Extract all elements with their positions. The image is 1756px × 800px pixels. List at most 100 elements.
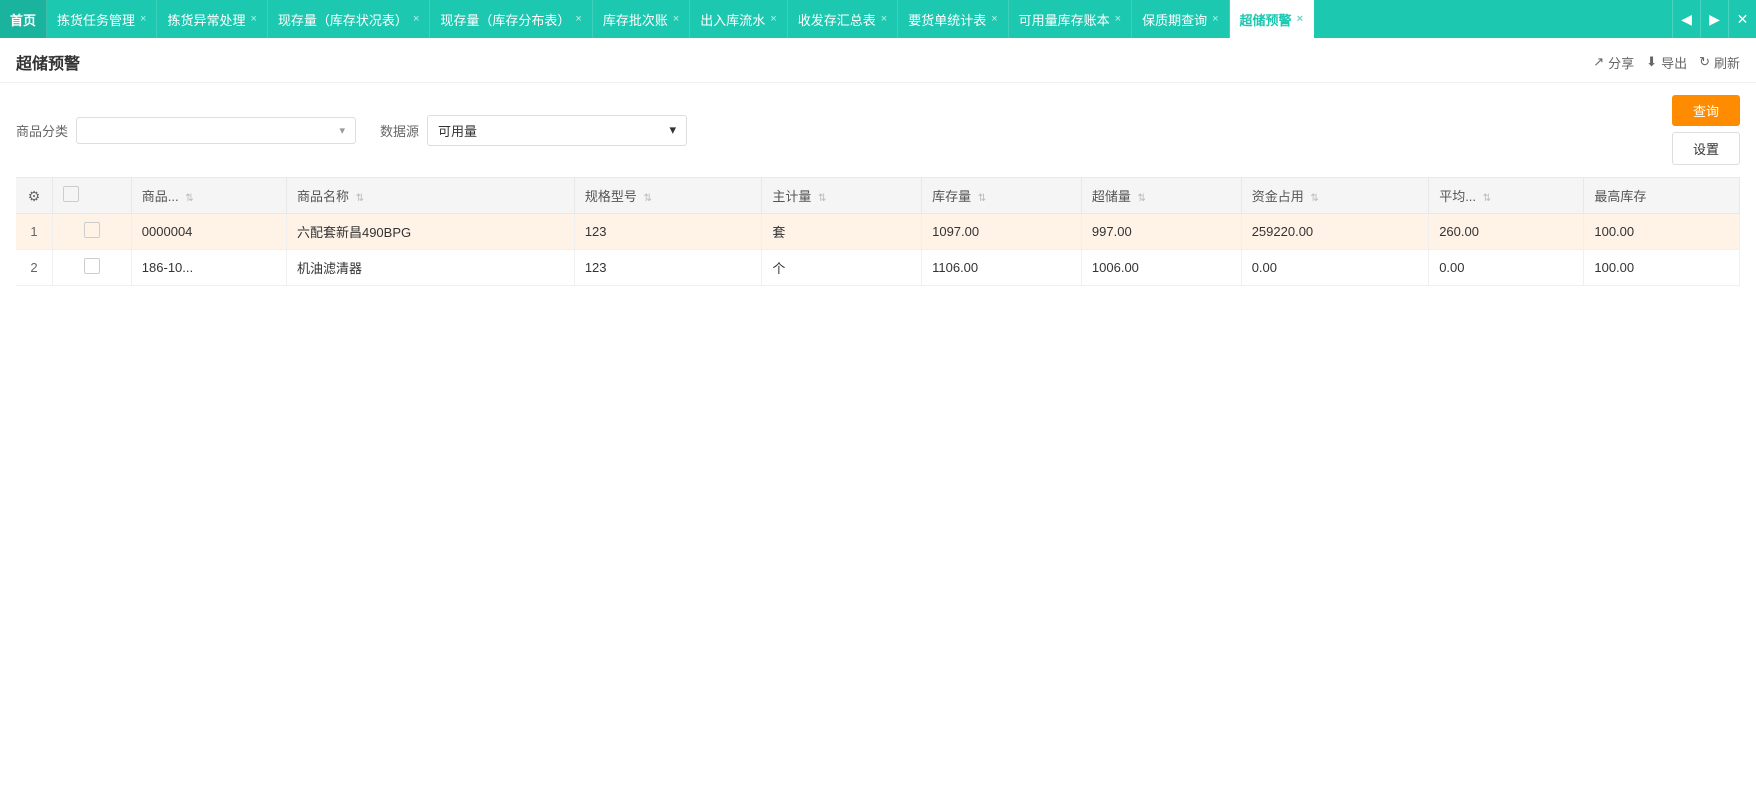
nav-tab-close-icon[interactable]: × <box>1212 13 1218 25</box>
refresh-icon: ↻ <box>1699 54 1710 70</box>
nav-tab-label: 可用量库存账本 <box>1019 10 1110 29</box>
nav-tab-close-icon[interactable]: × <box>1115 13 1121 25</box>
nav-next-btn[interactable]: ▶ <box>1700 0 1728 38</box>
row-checkbox[interactable] <box>84 258 100 274</box>
datasource-select[interactable]: 可用量 ▾ <box>427 115 687 146</box>
nav-tab-3[interactable]: 现存量（库存分布表）× <box>430 0 592 38</box>
category-select-text <box>87 123 335 138</box>
nav-tab-5[interactable]: 出入库流水 × <box>690 0 787 38</box>
nav-tab-close-icon[interactable]: × <box>673 13 679 25</box>
share-button[interactable]: ↗ 分享 <box>1593 53 1634 72</box>
stock: 1106.00 <box>922 250 1082 286</box>
col-product-name[interactable]: 商品名称 ⇅ <box>286 178 574 214</box>
nav-arrows: ◀ ▶ ✕ <box>1672 0 1756 38</box>
nav-tab-close-icon[interactable]: × <box>1297 13 1303 25</box>
gear-icon[interactable]: ⚙ <box>26 188 42 204</box>
row-number: 2 <box>16 250 53 286</box>
header-checkbox[interactable] <box>63 186 79 202</box>
nav-tab-close-icon[interactable]: × <box>881 13 887 25</box>
table-container: ⚙ 商品... ⇅ 商品名称 ⇅ 规格型号 ⇅ 主计量 <box>0 177 1756 286</box>
unit: 套 <box>762 214 922 250</box>
col-checkbox <box>53 178 132 214</box>
category-filter: 商品分类 ▾ <box>16 117 356 144</box>
col-overstock[interactable]: 超储量 ⇅ <box>1081 178 1241 214</box>
sort-unit-icon: ⇅ <box>818 193 826 204</box>
col-max-stock[interactable]: 最高库存 <box>1584 178 1740 214</box>
nav-tab-label: 保质期查询 <box>1142 10 1207 29</box>
row-checkbox[interactable] <box>84 222 100 238</box>
capital: 259220.00 <box>1241 214 1428 250</box>
nav-tab-close-icon[interactable]: × <box>991 13 997 25</box>
col-product-code[interactable]: 商品... ⇅ <box>131 178 286 214</box>
sort-product-code-icon: ⇅ <box>185 193 193 204</box>
sort-stock-icon: ⇅ <box>978 193 986 204</box>
nav-prev-btn[interactable]: ◀ <box>1672 0 1700 38</box>
export-button[interactable]: ⬇ 导出 <box>1646 53 1687 72</box>
sort-overstock-icon: ⇅ <box>1138 193 1146 204</box>
nav-tab-label: 库存批次账 <box>603 10 668 29</box>
nav-tab-7[interactable]: 要货单统计表 × <box>898 0 1008 38</box>
nav-tab-6[interactable]: 收发存汇总表× <box>788 0 898 38</box>
average: 0.00 <box>1429 250 1584 286</box>
filter-bar: 商品分类 ▾ 数据源 可用量 ▾ 查询 设置 <box>0 83 1756 177</box>
row-number: 1 <box>16 214 53 250</box>
filter-buttons: 查询 设置 <box>1672 95 1740 165</box>
nav-tab-label: 拣货异常处理 <box>167 10 245 29</box>
nav-tab-label: 拣货任务管理 <box>57 10 135 29</box>
nav-home[interactable]: 首页 <box>0 0 47 38</box>
nav-tab-close-icon[interactable]: × <box>250 13 256 25</box>
col-capital[interactable]: 资金占用 ⇅ <box>1241 178 1428 214</box>
nav-tab-label: 要货单统计表 <box>908 10 986 29</box>
nav-tab-0[interactable]: 拣货任务管理 × <box>47 0 157 38</box>
unit: 个 <box>762 250 922 286</box>
product-code: 0000004 <box>131 214 286 250</box>
row-checkbox-cell <box>53 250 132 286</box>
datasource-filter: 数据源 可用量 ▾ <box>380 115 687 146</box>
spec: 123 <box>574 214 761 250</box>
table-row: 1 0000004 六配套新昌490BPG 123 套 1097.00 997.… <box>16 214 1740 250</box>
nav-tab-1[interactable]: 拣货异常处理 × <box>157 0 267 38</box>
nav-tab-4[interactable]: 库存批次账 × <box>593 0 690 38</box>
table-row: 2 186-10... 机油滤清器 123 个 1106.00 1006.00 … <box>16 250 1740 286</box>
nav-tab-label: 现存量（库存状况表） <box>278 10 408 29</box>
spec: 123 <box>574 250 761 286</box>
sort-spec-icon: ⇅ <box>643 193 651 204</box>
max-stock: 100.00 <box>1584 250 1740 286</box>
refresh-button[interactable]: ↻ 刷新 <box>1699 53 1740 72</box>
nav-tab-close-icon[interactable]: × <box>413 13 419 25</box>
overstock: 997.00 <box>1081 214 1241 250</box>
header-actions: ↗ 分享 ⬇ 导出 ↻ 刷新 <box>1593 53 1740 72</box>
sort-average-icon: ⇅ <box>1483 193 1491 204</box>
datasource-label: 数据源 <box>380 121 419 140</box>
settings-button[interactable]: 设置 <box>1672 132 1740 165</box>
nav-tab-10[interactable]: 超储预警× <box>1230 0 1314 38</box>
nav-tab-label: 出入库流水 <box>700 10 765 29</box>
average: 260.00 <box>1429 214 1584 250</box>
col-settings: ⚙ <box>16 178 53 214</box>
max-stock: 100.00 <box>1584 214 1740 250</box>
page-title: 超储预警 <box>16 50 80 74</box>
sort-product-name-icon: ⇅ <box>356 193 364 204</box>
table-header-row: ⚙ 商品... ⇅ 商品名称 ⇅ 规格型号 ⇅ 主计量 <box>16 178 1740 214</box>
nav-tab-2[interactable]: 现存量（库存状况表） × <box>268 0 430 38</box>
capital: 0.00 <box>1241 250 1428 286</box>
query-button[interactable]: 查询 <box>1672 95 1740 126</box>
col-unit[interactable]: 主计量 ⇅ <box>762 178 922 214</box>
nav-close-btn[interactable]: ✕ <box>1728 0 1756 38</box>
col-spec[interactable]: 规格型号 ⇅ <box>574 178 761 214</box>
datasource-dropdown-icon: ▾ <box>670 122 677 138</box>
nav-tab-9[interactable]: 保质期查询 × <box>1132 0 1229 38</box>
col-stock[interactable]: 库存量 ⇅ <box>922 178 1082 214</box>
product-name: 六配套新昌490BPG <box>286 214 574 250</box>
page-header: 超储预警 ↗ 分享 ⬇ 导出 ↻ 刷新 <box>0 38 1756 83</box>
category-select[interactable]: ▾ <box>76 117 356 144</box>
nav-tab-close-icon[interactable]: × <box>770 13 776 25</box>
row-checkbox-cell <box>53 214 132 250</box>
overstock: 1006.00 <box>1081 250 1241 286</box>
nav-tab-close-icon[interactable]: × <box>575 13 581 25</box>
datasource-value: 可用量 <box>438 121 665 140</box>
nav-tab-8[interactable]: 可用量库存账本 × <box>1009 0 1132 38</box>
product-code: 186-10... <box>131 250 286 286</box>
nav-tab-close-icon[interactable]: × <box>140 13 146 25</box>
col-average[interactable]: 平均... ⇅ <box>1429 178 1584 214</box>
